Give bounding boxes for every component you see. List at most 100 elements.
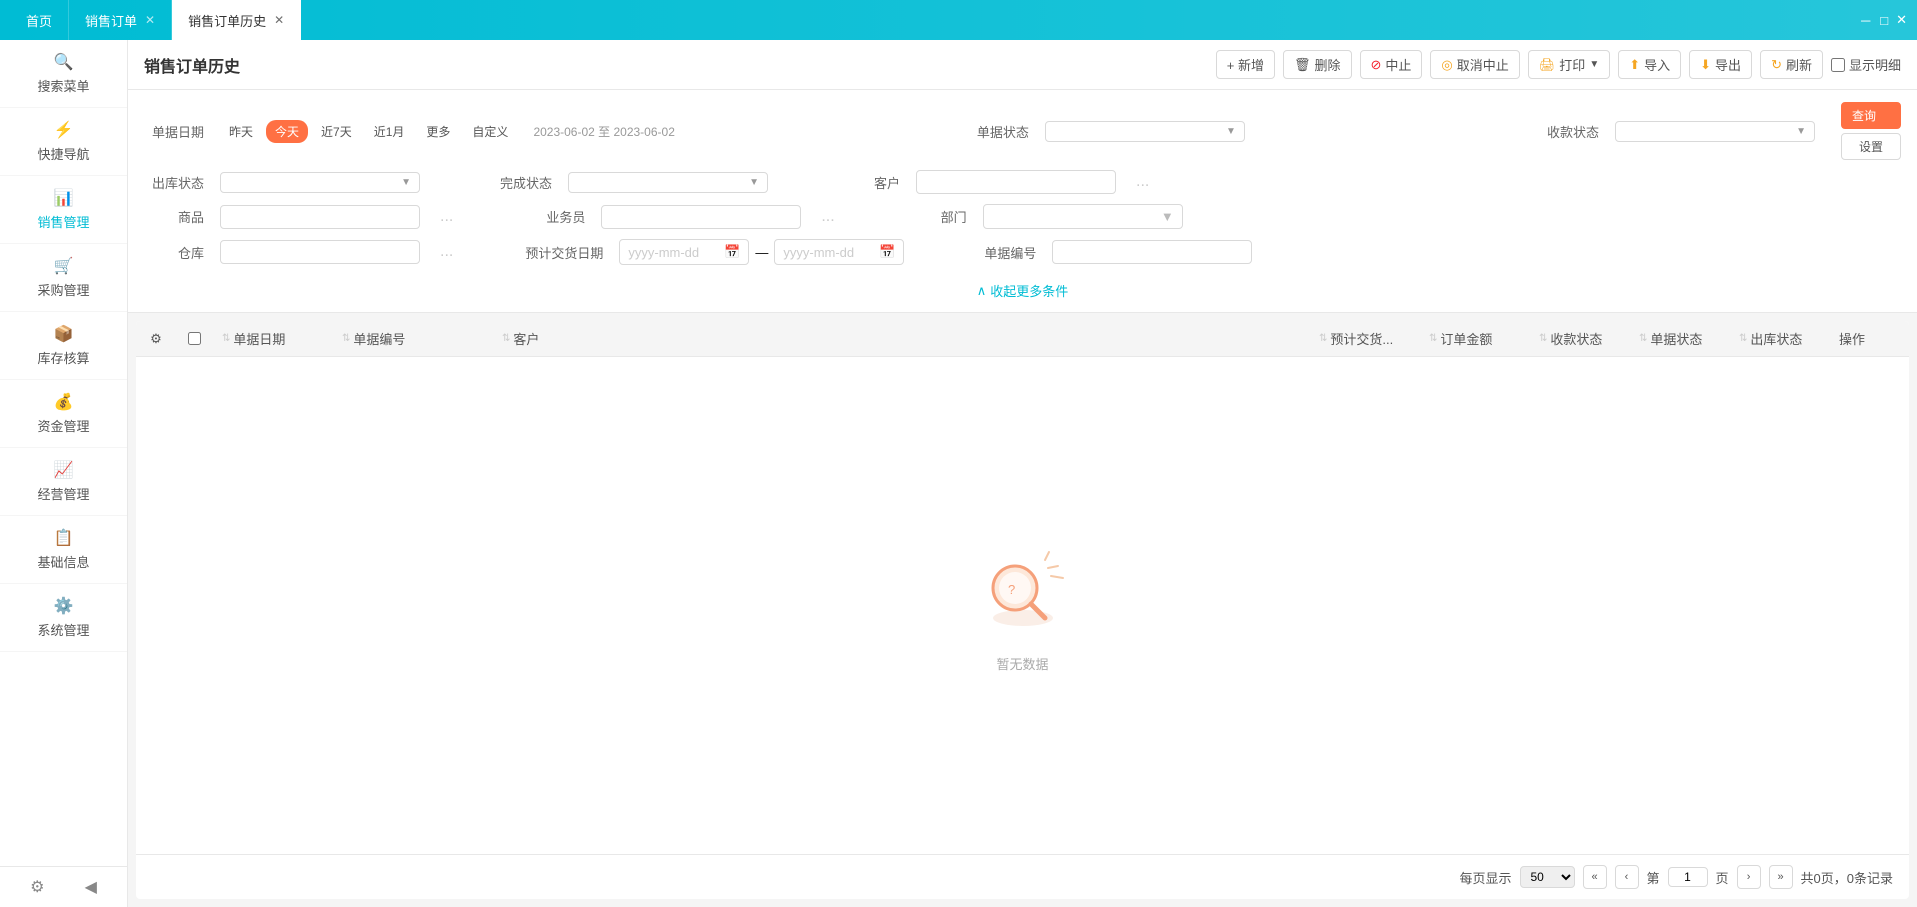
pagination: 每页显示 50 10 20 100 « ‹ 第 页 › » 共0页，0条记录	[136, 854, 1909, 899]
sys-mgmt-icon: ⚙️	[54, 596, 74, 616]
close-history-tab[interactable]: ✕	[274, 13, 284, 27]
th-customer[interactable]: ⇅ 客户	[492, 329, 1309, 348]
filter-row-2: 出库状态 ▼ 完成状态 ▼ 客户 ...	[144, 170, 1901, 194]
tab-sales-order-history[interactable]: 销售订单历史 ✕	[172, 0, 301, 40]
sidebar-item-search-menu[interactable]: 🔍 搜索菜单	[0, 40, 127, 108]
sidebar-item-finance[interactable]: 💰 资金管理	[0, 380, 127, 448]
prev-page-btn[interactable]: ‹	[1615, 865, 1639, 889]
show-detail-checkbox[interactable]	[1831, 58, 1845, 72]
cancel-stop-icon: ◎	[1441, 57, 1452, 73]
yesterday-btn[interactable]: 昨天	[220, 120, 262, 143]
sidebar-item-sales-mgmt[interactable]: 📊 销售管理	[0, 176, 127, 244]
last-page-btn[interactable]: »	[1769, 865, 1793, 889]
th-out-status[interactable]: ⇅ 出库状态	[1729, 329, 1829, 348]
th-delivery[interactable]: ⇅ 预计交货...	[1309, 329, 1419, 348]
import-icon: ⬆	[1629, 57, 1640, 73]
import-button[interactable]: ⬆ 导入	[1618, 50, 1681, 79]
print-button[interactable]: 🖨 打印 ▼	[1528, 50, 1610, 79]
page-number-input[interactable]	[1668, 867, 1708, 887]
sidebar-item-operations[interactable]: 📈 经营管理	[0, 448, 127, 516]
window-close[interactable]: ✕	[1896, 12, 1907, 28]
date-range-sep: —	[755, 245, 768, 260]
sort-icon-customer: ⇅	[502, 333, 510, 344]
close-sales-order-tab[interactable]: ✕	[145, 13, 155, 27]
page-size-select[interactable]: 50 10 20 100	[1520, 866, 1575, 888]
top-bar: 首页 销售订单 ✕ 销售订单历史 ✕ － □ ✕	[0, 0, 1917, 40]
department-select[interactable]: ▼	[983, 204, 1183, 229]
sidebar-item-inventory[interactable]: 📦 库存核算	[0, 312, 127, 380]
content-area: 销售订单历史 + 新增 🗑 删除 ⊘ 中止 ◎ 取消中止 🖨	[128, 40, 1917, 907]
sort-icon-amount: ⇅	[1429, 333, 1437, 344]
warehouse-label: 仓库	[144, 243, 204, 262]
receipt-status-select[interactable]: ▼	[1615, 121, 1815, 142]
filter-row-1: 单据日期 昨天 今天 近7天 近1月 更多 自定义 2023-06-02 至 2…	[144, 102, 1901, 160]
product-dots[interactable]: ...	[440, 208, 453, 226]
calendar-to-icon: 📅	[879, 244, 895, 260]
complete-status-arrow: ▼	[749, 177, 759, 188]
salesman-input[interactable]	[601, 205, 801, 229]
th-amount[interactable]: ⇅ 订单金额	[1419, 329, 1529, 348]
complete-status-select[interactable]: ▼	[568, 172, 768, 193]
tab-sales-order[interactable]: 销售订单 ✕	[69, 0, 172, 40]
sidebar-item-quick-nav[interactable]: ⚡ 快捷导航	[0, 108, 127, 176]
order-status-select[interactable]: ▼	[1045, 121, 1245, 142]
warehouse-dots[interactable]: ...	[440, 243, 453, 261]
select-all-checkbox[interactable]	[188, 332, 201, 345]
cancel-stop-button[interactable]: ◎ 取消中止	[1430, 50, 1519, 79]
date-label: 单据日期	[144, 122, 204, 141]
customer-dots[interactable]: ...	[1136, 173, 1149, 191]
th-settings[interactable]: ⚙	[136, 331, 176, 347]
stop-button[interactable]: ⊘ 中止	[1360, 50, 1423, 79]
first-page-btn[interactable]: «	[1583, 865, 1607, 889]
sidebar-item-purchase-mgmt[interactable]: 🛒 采购管理	[0, 244, 127, 312]
settings-button[interactable]: 设置	[1841, 133, 1901, 160]
th-order-status[interactable]: ⇅ 单据状态	[1629, 329, 1729, 348]
more-btn[interactable]: 更多	[417, 120, 459, 143]
delivery-date-to[interactable]: yyyy-mm-dd 📅	[774, 239, 904, 265]
top-bar-right: － □ ✕	[1859, 11, 1907, 30]
window-minimize[interactable]: －	[1859, 11, 1872, 30]
sidebar-settings-icon[interactable]: ⚙	[30, 877, 44, 897]
toolbar: + 新增 🗑 删除 ⊘ 中止 ◎ 取消中止 🖨 打印 ▼	[1216, 50, 1901, 79]
print-dropdown-arrow: ▼	[1589, 59, 1599, 70]
warehouse-input[interactable]	[220, 240, 420, 264]
purchase-mgmt-icon: 🛒	[54, 256, 74, 276]
th-date[interactable]: ⇅ 单据日期	[212, 329, 332, 348]
customer-input[interactable]	[916, 170, 1116, 194]
collapse-button[interactable]: ∧ 收起更多条件	[144, 275, 1901, 300]
order-num-input[interactable]	[1052, 240, 1252, 264]
quick-nav-icon: ⚡	[54, 120, 74, 140]
sidebar-item-sys-mgmt[interactable]: ⚙️ 系统管理	[0, 584, 127, 652]
next-page-btn[interactable]: ›	[1737, 865, 1761, 889]
new-button[interactable]: + 新增	[1216, 50, 1275, 79]
today-btn[interactable]: 今天	[266, 120, 308, 143]
show-detail-toggle[interactable]: 显示明细	[1831, 55, 1901, 74]
refresh-button[interactable]: ↻ 刷新	[1760, 50, 1823, 79]
sidebar-collapse-icon[interactable]: ◀	[85, 877, 97, 897]
product-input[interactable]	[220, 205, 420, 229]
filter-row-3: 商品 ... 业务员 ... 部门 ▼	[144, 204, 1901, 229]
sort-icon-out: ⇅	[1739, 333, 1747, 344]
receipt-status-label: 收款状态	[1539, 122, 1599, 141]
last7-btn[interactable]: 近7天	[312, 120, 361, 143]
order-num-label: 单据编号	[976, 243, 1036, 262]
th-checkbox[interactable]	[176, 332, 212, 345]
query-button[interactable]: 查询	[1841, 102, 1901, 129]
sidebar-item-basic-info[interactable]: 📋 基础信息	[0, 516, 127, 584]
empty-text: 暂无数据	[996, 654, 1048, 673]
finance-icon: 💰	[54, 392, 74, 412]
export-button[interactable]: ⬇ 导出	[1689, 50, 1752, 79]
th-number[interactable]: ⇅ 单据编号	[332, 329, 492, 348]
tab-home[interactable]: 首页	[10, 0, 69, 40]
th-receipt-status[interactable]: ⇅ 收款状态	[1529, 329, 1629, 348]
department-label: 部门	[907, 207, 967, 226]
last1m-btn[interactable]: 近1月	[365, 120, 414, 143]
salesman-dots[interactable]: ...	[821, 208, 834, 226]
outbound-status-select[interactable]: ▼	[220, 172, 420, 193]
delivery-date-from[interactable]: yyyy-mm-dd 📅	[619, 239, 749, 265]
window-maximize[interactable]: □	[1880, 13, 1888, 28]
delete-button[interactable]: 🗑 删除	[1283, 50, 1352, 79]
operations-icon: 📈	[54, 460, 74, 480]
custom-btn[interactable]: 自定义	[463, 120, 517, 143]
calendar-from-icon: 📅	[724, 244, 740, 260]
